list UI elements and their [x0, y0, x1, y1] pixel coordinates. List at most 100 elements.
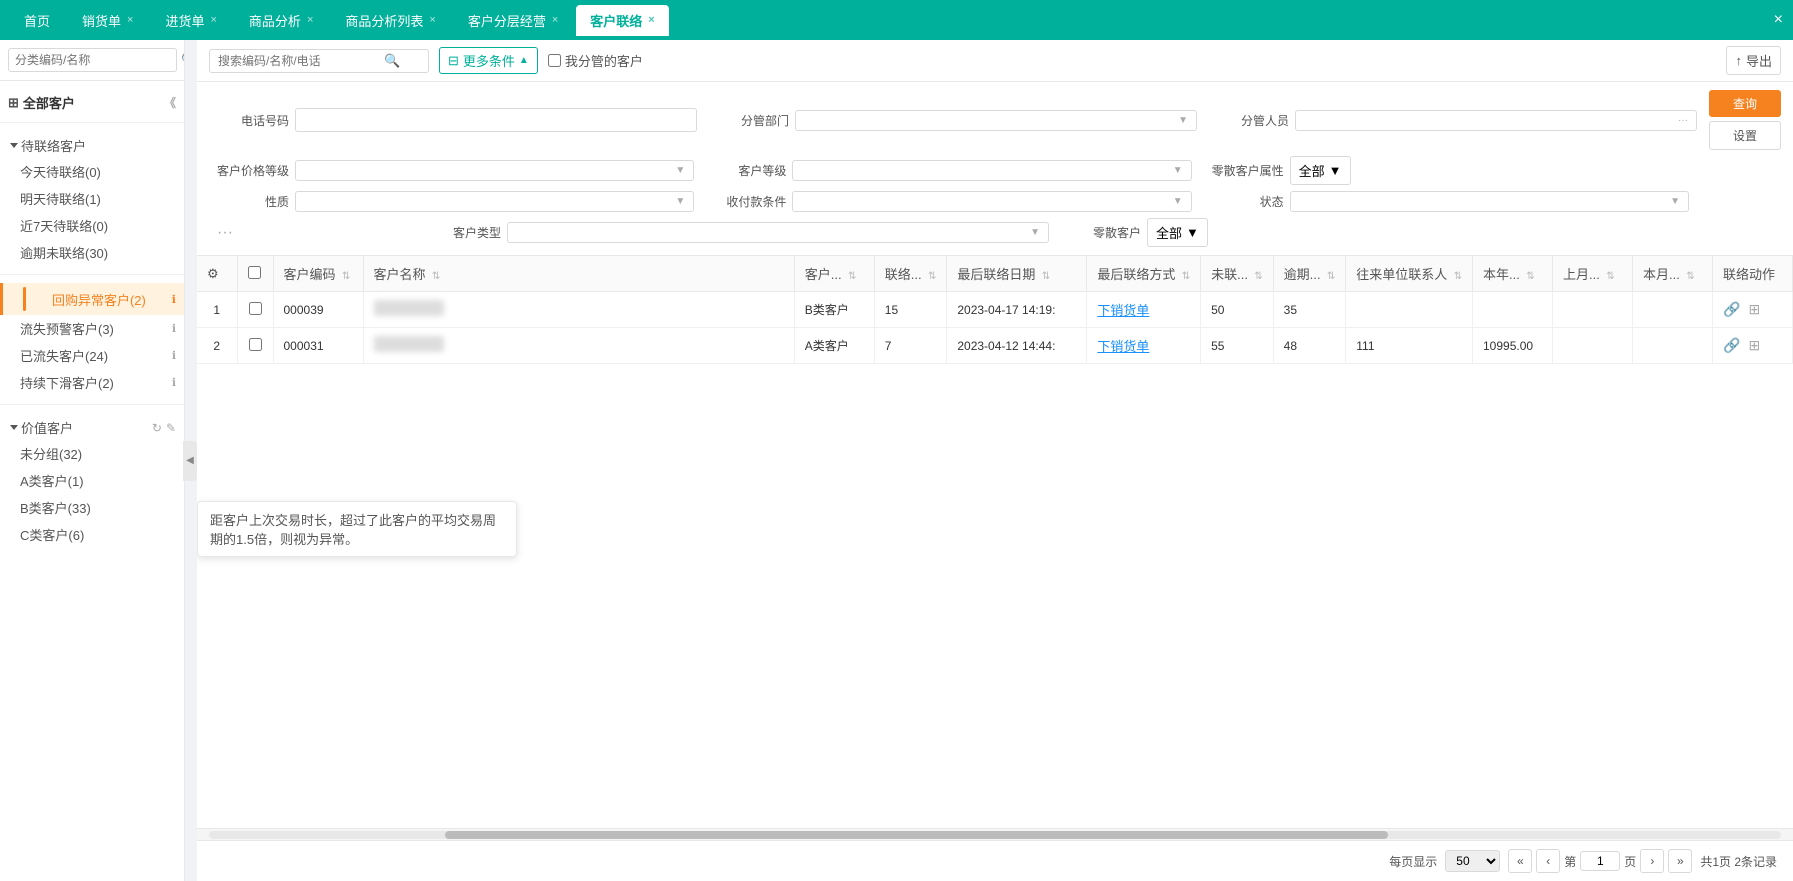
sidebar-item-overdue[interactable]: 逾期未联络(30) [0, 239, 184, 266]
th-name[interactable]: 客户名称 ⇅ [363, 256, 794, 292]
export-button[interactable]: ↑ 导出 [1726, 46, 1781, 75]
sidebar-item-churned[interactable]: 已流失客户(24) ℹ [0, 342, 184, 369]
first-page-btn[interactable]: « [1508, 849, 1532, 873]
close-sales-tab[interactable]: × [127, 14, 133, 26]
edit-value-icon[interactable]: ✎ [166, 421, 176, 435]
th-overdue[interactable]: 逾期... ⇅ [1273, 256, 1346, 292]
phone-label: 电话号码 [209, 112, 289, 129]
close-product-analysis-tab[interactable]: × [307, 14, 313, 26]
row2-method[interactable]: 下销货单 [1087, 328, 1201, 364]
close-segmentation-tab[interactable]: × [552, 14, 558, 26]
info-icon-repurchase[interactable]: ℹ [172, 293, 176, 306]
sidebar-search-icon[interactable]: 🔍 [181, 52, 185, 68]
row1-grid-icon[interactable]: ⊞ [1748, 301, 1760, 318]
row1-link-icon[interactable]: 🔗 [1723, 301, 1740, 318]
retail-customer-select[interactable]: 全部 ▼ [1147, 218, 1208, 247]
reload-icon[interactable]: ↻ [152, 421, 162, 435]
row2-link-icon[interactable]: 🔗 [1723, 337, 1740, 354]
table-row: 2 000031 A类客户 7 2023-04-12 14:44: 下销货单 5… [197, 328, 1793, 364]
close-product-list-tab[interactable]: × [429, 14, 435, 26]
value-section-header[interactable]: 价值客户 ↻ ✎ [0, 413, 184, 440]
my-customers-filter[interactable]: 我分管的客户 [548, 51, 643, 70]
more-filters-dots[interactable]: ··· [209, 224, 241, 242]
sidebar-item-7days[interactable]: 近7天待联络(0) [0, 212, 184, 239]
last-page-btn[interactable]: » [1668, 849, 1692, 873]
horizontal-scrollbar[interactable] [197, 828, 1793, 840]
prev-page-btn[interactable]: ‹ [1536, 849, 1560, 873]
row2-method-link[interactable]: 下销货单 [1097, 339, 1149, 354]
sidebar-item-tomorrow[interactable]: 明天待联络(1) [0, 185, 184, 212]
scroll-thumb[interactable] [445, 831, 1388, 839]
sidebar-item-today[interactable]: 今天待联络(0) [0, 158, 184, 185]
my-customers-checkbox[interactable] [548, 54, 561, 67]
th-thisyear[interactable]: 本年... ⇅ [1473, 256, 1553, 292]
dept-select[interactable]: ▼ [795, 110, 1197, 131]
th-type[interactable]: 客户... ⇅ [794, 256, 874, 292]
customer-level-select[interactable]: ▼ [792, 160, 1191, 181]
per-page-select[interactable]: 50 20 100 [1445, 850, 1500, 872]
th-thismonth[interactable]: 本月... ⇅ [1633, 256, 1713, 292]
status-select[interactable]: ▼ [1290, 191, 1689, 212]
main-search-input[interactable] [218, 54, 378, 68]
sidebar-collapse-button[interactable]: ◀ [183, 441, 197, 481]
th-lastmonth[interactable]: 上月... ⇅ [1553, 256, 1633, 292]
price-level-select[interactable]: ▼ [295, 160, 694, 181]
sidebar-item-class-b[interactable]: B类客户(33) [0, 494, 184, 521]
price-level-arrow: ▼ [675, 165, 685, 176]
info-icon-declining[interactable]: ℹ [172, 376, 176, 389]
row2-check[interactable] [237, 328, 273, 364]
th-contact[interactable]: 联络... ⇅ [874, 256, 947, 292]
payment-select[interactable]: ▼ [792, 191, 1191, 212]
next-page-btn[interactable]: › [1640, 849, 1664, 873]
th-check[interactable] [237, 256, 273, 292]
sidebar-item-ungrouped[interactable]: 未分组(32) [0, 440, 184, 467]
nav-tab-product-analysis[interactable]: 商品分析 × [235, 5, 327, 36]
nav-tab-customer-segmentation[interactable]: 客户分层经营 × [454, 5, 572, 36]
nav-tab-product-list[interactable]: 商品分析列表 × [331, 5, 449, 36]
column-settings-icon[interactable]: ⚙ [207, 266, 219, 281]
gender-select[interactable]: ▼ [295, 191, 694, 212]
waiting-section-header[interactable]: 待联络客户 [0, 131, 184, 158]
row1-uncontacted: 50 [1201, 292, 1274, 328]
retail-attr-select[interactable]: 全部 ▼ [1290, 156, 1351, 185]
th-uncontacted[interactable]: 未联... ⇅ [1201, 256, 1274, 292]
row1-method-link[interactable]: 下销货单 [1097, 303, 1149, 318]
page-number-input[interactable] [1580, 851, 1620, 871]
query-button[interactable]: 查询 [1709, 90, 1781, 117]
sidebar-item-repurchase-abnormal[interactable]: 回购异常客户(2) ℹ [0, 283, 184, 315]
nav-tab-sales[interactable]: 销货单 × [68, 5, 147, 36]
sidebar-item-class-c[interactable]: C类客户(6) [0, 521, 184, 548]
row2-checkbox[interactable] [249, 338, 262, 351]
close-all-tabs[interactable]: × [1774, 11, 1783, 29]
row2-grid-icon[interactable]: ⊞ [1748, 337, 1760, 354]
th-method[interactable]: 最后联络方式 ⇅ [1087, 256, 1201, 292]
close-purchase-tab[interactable]: × [210, 14, 216, 26]
row2-contact: 7 [874, 328, 947, 364]
th-code[interactable]: 客户编码 ⇅ [273, 256, 363, 292]
sidebar-search-input[interactable] [8, 48, 177, 72]
customer-type-select[interactable]: ▼ [507, 222, 1049, 243]
row1-method[interactable]: 下销货单 [1087, 292, 1201, 328]
th-date[interactable]: 最后联络日期 ⇅ [947, 256, 1087, 292]
more-conditions-btn[interactable]: ⊟ 更多条件 ▲ [439, 47, 538, 74]
info-icon-churned[interactable]: ℹ [172, 349, 176, 362]
row1-checkbox[interactable] [249, 302, 262, 315]
phone-input[interactable] [295, 108, 697, 132]
info-icon-churn-warning[interactable]: ℹ [172, 322, 176, 335]
row1-check[interactable] [237, 292, 273, 328]
sidebar-root[interactable]: ⊞ 全部客户 《 [0, 87, 184, 118]
nav-tab-home[interactable]: 首页 [10, 5, 64, 36]
abnormal-section: 回购异常客户(2) ℹ 流失预警客户(3) ℹ 已流失客户(24) ℹ 持续下滑… [0, 279, 184, 400]
select-all-checkbox[interactable] [248, 266, 261, 279]
nav-tab-purchase[interactable]: 进货单 × [151, 5, 230, 36]
sidebar-collapse-icon[interactable]: 《 [164, 94, 176, 111]
nav-tab-customer-contact[interactable]: 客户联络 × [576, 5, 668, 36]
sidebar-item-class-a[interactable]: A类客户(1) [0, 467, 184, 494]
manager-select[interactable]: ··· [1295, 110, 1697, 131]
settings-button[interactable]: 设置 [1709, 121, 1781, 150]
th-partner[interactable]: 往来单位联系人 ⇅ [1346, 256, 1473, 292]
sidebar-item-declining[interactable]: 持续下滑客户(2) ℹ [0, 369, 184, 396]
main-search-icon[interactable]: 🔍 [384, 53, 400, 69]
sidebar-item-churn-warning[interactable]: 流失预警客户(3) ℹ [0, 315, 184, 342]
close-contact-tab[interactable]: × [648, 14, 654, 26]
